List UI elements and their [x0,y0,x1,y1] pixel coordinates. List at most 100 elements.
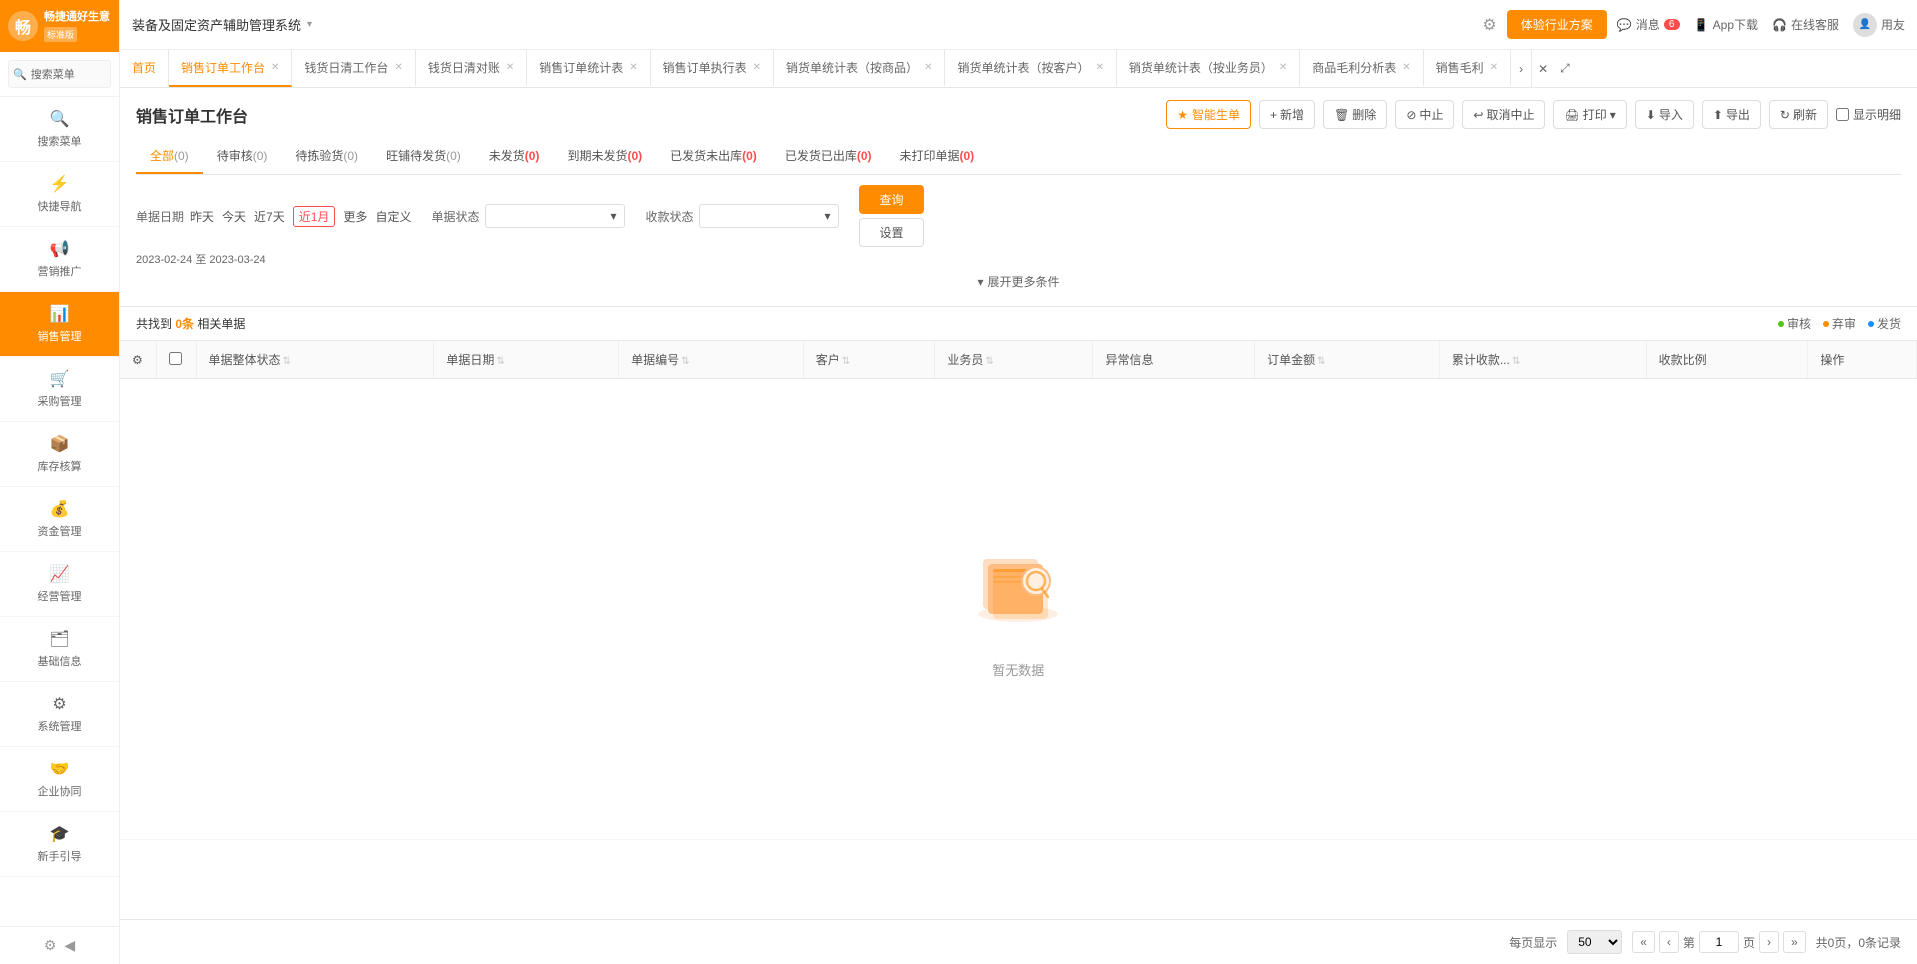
col-abnormal[interactable]: 异常信息 [1093,341,1255,379]
tab-sales-stats-staff[interactable]: 销货单统计表（按业务员）✕ [1117,50,1300,87]
tab-close-sales-more[interactable]: ✕ [1490,62,1498,73]
tab-sales-stats[interactable]: 销售订单统计表✕ [527,50,650,87]
tabbar-pin-btn[interactable]: ✕ [1532,50,1554,87]
result-action-cancel-review[interactable]: 弃审 [1823,315,1856,332]
filter-setting-btn[interactable]: 设置 [859,218,923,247]
refresh-btn[interactable]: ↻ 刷新 [1769,100,1828,129]
tab-close-cash-reconcile[interactable]: ✕ [506,62,514,73]
tab-close-sales-stats-staff[interactable]: ✕ [1279,62,1287,73]
cancel-stop-btn[interactable]: ↩ 取消中止 [1462,100,1545,129]
sort-icon-collected[interactable]: ⇅ [1512,356,1520,367]
result-action-ship[interactable]: 发货 [1868,315,1901,332]
payment-select[interactable]: ▾ [699,204,839,228]
tab-close-sales-stats-product[interactable]: ✕ [924,62,932,73]
sidebar-item-guide[interactable]: 🎓新手引导 [0,812,119,877]
search-menu-button[interactable]: 🔍 搜索菜单 [8,60,111,88]
tab-cash-reconcile[interactable]: 钱货日清对账✕ [416,50,527,87]
tab-close-sales-stats-customer[interactable]: ✕ [1095,62,1103,73]
subtab-shipped-not-out[interactable]: 已发货未出库(0) [656,139,771,174]
col-date[interactable]: 单据日期⇅ [434,341,619,379]
sort-icon-amount[interactable]: ⇅ [1317,356,1325,367]
sidebar-item-system[interactable]: ⚙系统管理 [0,682,119,747]
date-opt-更多[interactable]: 更多 [343,208,367,225]
sidebar-item-purchase[interactable]: 🛒采购管理 [0,357,119,422]
expand-filter-btn[interactable]: ▾ 展开更多条件 [136,267,1901,296]
query-btn[interactable]: 查询 [859,185,923,214]
sidebar-item-finance[interactable]: 💰资金管理 [0,487,119,552]
tab-product-margin[interactable]: 商品毛利分析表✕ [1300,50,1423,87]
subtab-not-printed[interactable]: 未打印单据(0) [886,139,989,174]
subtab-expired-not-shipped[interactable]: 到期未发货(0) [553,139,656,174]
industry-btn[interactable]: 体验行业方案 [1507,10,1607,39]
tab-sales-stats-product[interactable]: 销货单统计表（按商品）✕ [774,50,945,87]
next-page-btn[interactable]: › [1759,931,1779,953]
online-service-btn[interactable]: 🎧 在线客服 [1772,16,1839,33]
subtab-wangpu-pending[interactable]: 旺铺待发货(0) [372,139,475,174]
page-input[interactable] [1699,931,1739,953]
col-collected[interactable]: 累计收款...⇅ [1439,341,1646,379]
delete-btn[interactable]: 🗑 删除 [1323,100,1387,129]
select-all-checkbox[interactable] [169,352,182,365]
show-detail-checkbox-label[interactable]: 显示明细 [1836,106,1901,123]
app-download-btn[interactable]: 📱 App下载 [1694,16,1758,33]
add-btn[interactable]: + 新增 [1259,100,1315,129]
sidebar-item-search[interactable]: 🔍搜索菜单 [0,97,119,162]
sidebar-collapse-btn[interactable]: ◀ [64,937,75,954]
first-page-btn[interactable]: « [1632,931,1655,953]
date-opt-近7天[interactable]: 近7天 [254,208,285,225]
sort-icon-number[interactable]: ⇅ [681,356,689,367]
sort-icon-date[interactable]: ⇅ [496,356,504,367]
tabbar-more-btn[interactable]: › [1511,50,1532,87]
subtab-all[interactable]: 全部(0) [136,139,203,174]
sort-icon-customer[interactable]: ⇅ [842,356,850,367]
date-opt-昨天[interactable]: 昨天 [190,208,214,225]
date-opt-今天[interactable]: 今天 [222,208,246,225]
stop-btn[interactable]: ⊘ 中止 [1395,100,1454,129]
col-number[interactable]: 单据编号⇅ [619,341,804,379]
col-staff[interactable]: 业务员⇅ [935,341,1093,379]
tab-close-sales-stats[interactable]: ✕ [629,62,637,73]
result-action-review[interactable]: 审核 [1778,315,1811,332]
sidebar-item-sales[interactable]: 📊销售管理 [0,292,119,357]
tab-sales-workbench[interactable]: 销售订单工作台✕ [169,50,292,87]
sidebar-item-marketing[interactable]: 📢营销推广 [0,227,119,292]
tabbar-expand-btn[interactable]: ⤢ [1554,50,1576,87]
show-detail-checkbox[interactable] [1836,108,1849,121]
tab-sales-stats-customer[interactable]: 销货单统计表（按客户）✕ [945,50,1116,87]
smart-create-btn[interactable]: ★ 智能生单 [1166,100,1251,129]
subtab-not-shipped[interactable]: 未发货(0) [475,139,554,174]
export-btn[interactable]: ⬆ 导出 [1702,100,1761,129]
sidebar-item-basic[interactable]: 🗂基础信息 [0,617,119,682]
message-btn[interactable]: 💬 消息 6 [1617,16,1680,33]
date-opt-自定义[interactable]: 自定义 [375,208,411,225]
sidebar-item-quicknav[interactable]: ⚡快捷导航 [0,162,119,227]
import-btn[interactable]: ⬇ 导入 [1635,100,1694,129]
col-ratio[interactable]: 收款比例 [1646,341,1808,379]
prev-page-btn[interactable]: ‹ [1659,931,1679,953]
sidebar-item-operations[interactable]: 📈经营管理 [0,552,119,617]
tab-close-sales-exec[interactable]: ✕ [753,62,761,73]
tab-close-sales-workbench[interactable]: ✕ [271,62,279,73]
tab-home[interactable]: 首页 [120,50,169,87]
col-operation[interactable]: 操作 [1808,341,1917,379]
sidebar-item-enterprise[interactable]: 🤝企业协同 [0,747,119,812]
col-amount[interactable]: 订单金额⇅ [1255,341,1440,379]
tab-sales-more[interactable]: 销售毛利✕ [1424,50,1511,87]
tab-sales-exec[interactable]: 销售订单执行表✕ [651,50,774,87]
sort-icon-status[interactable]: ⇅ [283,356,291,367]
status-select[interactable]: ▾ [485,204,625,228]
sidebar-settings-btn[interactable]: ⚙ [44,937,57,954]
subtab-pending-inspection[interactable]: 待拣验货(0) [281,139,372,174]
user-menu-btn[interactable]: 👤 用友 [1853,13,1905,37]
col-settings-icon[interactable]: ⚙ [132,353,143,367]
sidebar-item-inventory[interactable]: 📦库存核算 [0,422,119,487]
tab-close-product-margin[interactable]: ✕ [1402,62,1410,73]
topbar-settings-icon[interactable]: ⚙ [1482,15,1496,35]
col-status[interactable]: 单据整体状态⇅ [196,341,434,379]
print-btn[interactable]: 🖨 打印 ▾ [1553,100,1626,129]
date-opt-近1月[interactable]: 近1月 [293,206,336,227]
col-customer[interactable]: 客户⇅ [803,341,935,379]
subtab-pending-review[interactable]: 待审核(0) [203,139,282,174]
sort-icon-staff[interactable]: ⇅ [985,356,993,367]
subtab-shipped-out[interactable]: 已发货已出库(0) [771,139,886,174]
